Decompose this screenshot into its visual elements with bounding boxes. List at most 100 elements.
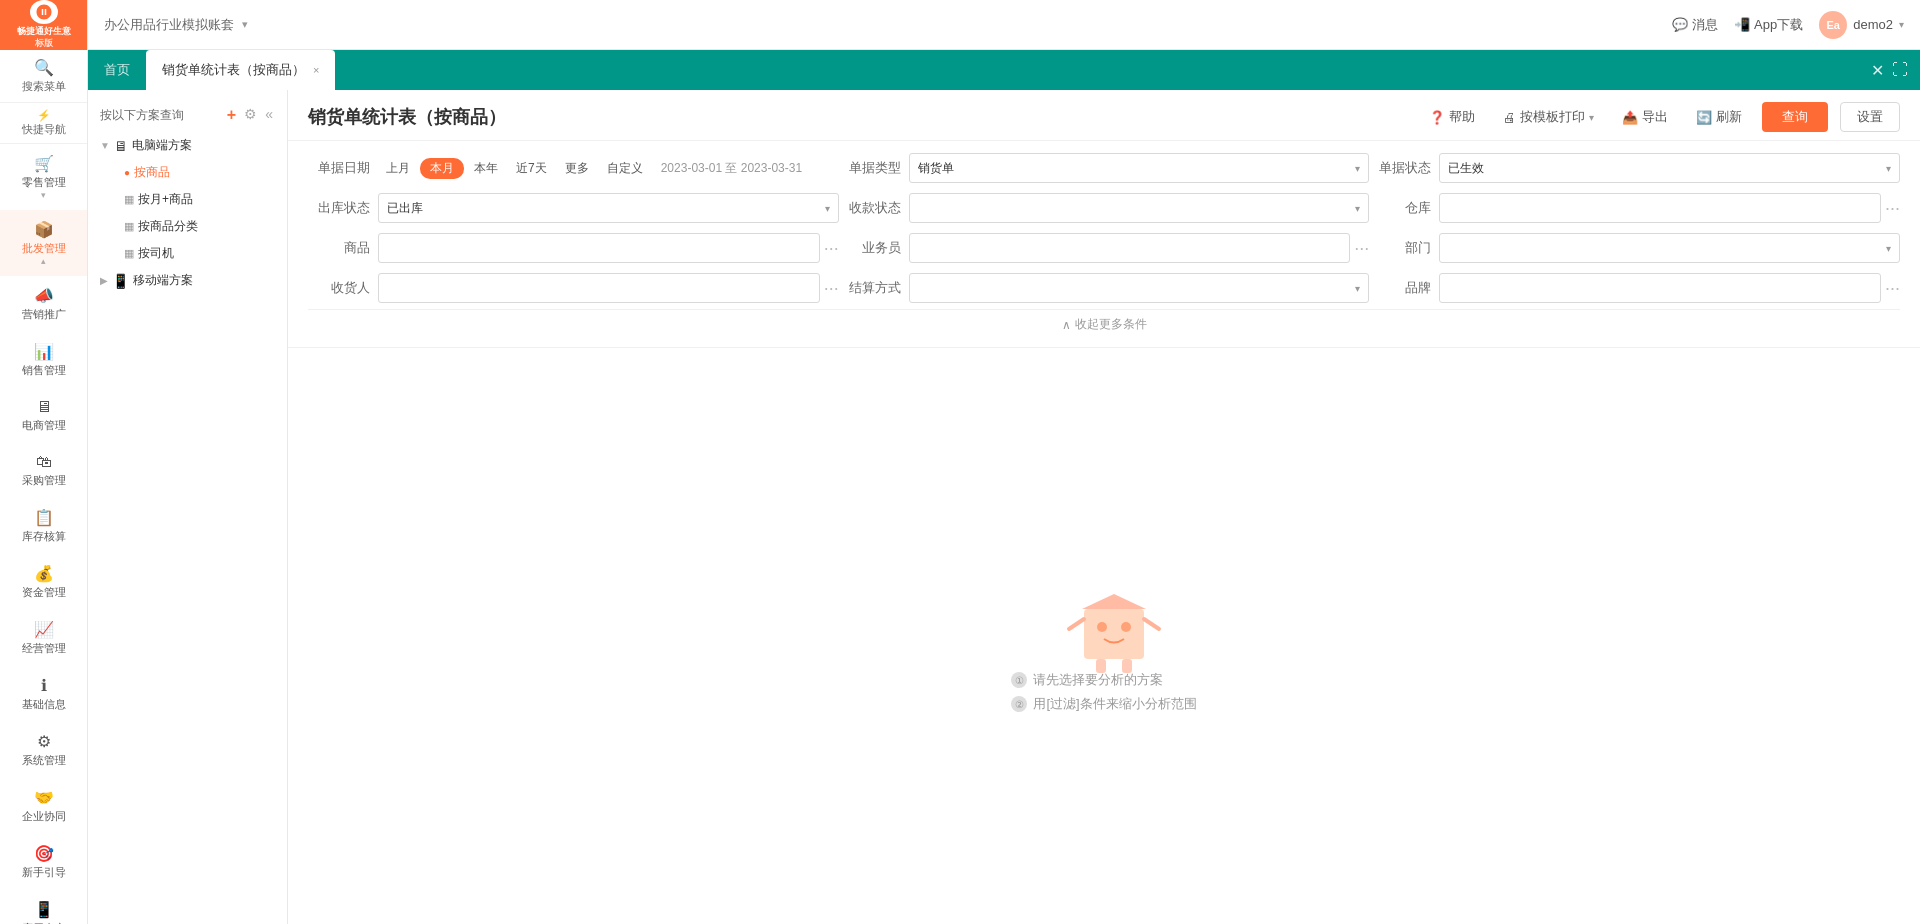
doc-type-label: 单据类型 <box>839 159 909 177</box>
tree-icon-pc: 🖥 <box>114 138 128 154</box>
staff-input-group: ··· <box>909 233 1370 263</box>
tab-home[interactable]: 首页 <box>88 50 146 90</box>
tree-node-by-cashier[interactable]: ▦ 按司机 <box>112 240 287 267</box>
user-menu[interactable]: Ea demo2 ▾ <box>1819 11 1904 39</box>
workspace-selector[interactable]: 办公用品行业模拟账套 ▾ <box>104 16 248 34</box>
product-dots[interactable]: ··· <box>824 238 839 259</box>
left-panel-header: 按以下方案查询 + ⚙ « <box>88 98 287 132</box>
finance-label: 资金管理 <box>22 585 66 600</box>
sidebar-item-marketing[interactable]: 📣 营销推广 <box>0 276 87 332</box>
help-button[interactable]: ❓ 帮助 <box>1421 104 1483 130</box>
refresh-button[interactable]: 🔄 刷新 <box>1688 104 1750 130</box>
tree-node-mobile[interactable]: ▶ 📱 移动端方案 <box>88 267 287 294</box>
collapse-label: 收起更多条件 <box>1075 316 1147 333</box>
sidebar-item-operations[interactable]: 📈 经营管理 <box>0 610 87 666</box>
marketing-icon: 📣 <box>34 286 54 305</box>
sidebar-item-inventory[interactable]: 📋 库存核算 <box>0 498 87 554</box>
warehouse-input[interactable] <box>1439 193 1881 223</box>
warehouse-dots[interactable]: ··· <box>1885 198 1900 219</box>
search-label: 搜索菜单 <box>22 79 66 94</box>
appstore-icon: 📱 <box>34 900 54 919</box>
quick-nav-label: 快捷导航 <box>22 122 66 137</box>
receiver-dots[interactable]: ··· <box>824 278 839 299</box>
tab-close-window-button[interactable]: ✕ <box>1871 61 1884 80</box>
tree-icon-by-category: ▦ <box>124 220 134 233</box>
out-status-value: 已出库 <box>387 200 423 217</box>
staff-dots[interactable]: ··· <box>1354 238 1369 259</box>
tree-node-by-month-product[interactable]: ▦ 按月+商品 <box>112 186 287 213</box>
tree-node-by-category[interactable]: ▦ 按商品分类 <box>112 213 287 240</box>
doc-type-select[interactable]: 销货单 ▾ <box>909 153 1370 183</box>
export-button[interactable]: 📤 导出 <box>1614 104 1676 130</box>
date-btn-last7days[interactable]: 近7天 <box>508 158 555 179</box>
out-status-select[interactable]: 已出库 ▾ <box>378 193 839 223</box>
page-header: 销货单统计表（按商品） ❓ 帮助 🖨 按模板打印 ▾ 📤 导出 <box>288 90 1920 141</box>
date-btn-last-month[interactable]: 上月 <box>378 158 418 179</box>
sidebar-item-sales[interactable]: 📊 销售管理 <box>0 332 87 388</box>
retail-label: 零售管理 <box>22 175 66 190</box>
workspace-title: 办公用品行业模拟账套 <box>104 16 234 34</box>
sidebar-item-finance[interactable]: 💰 资金管理 <box>0 554 87 610</box>
quick-nav[interactable]: ⚡ 快捷导航 <box>0 103 87 144</box>
out-status-label: 出库状态 <box>308 199 378 217</box>
search-menu[interactable]: 🔍 搜索菜单 <box>0 50 87 103</box>
tab-maximize-button[interactable]: ⛶ <box>1892 61 1908 79</box>
product-input[interactable] <box>378 233 820 263</box>
sidebar-item-newbie[interactable]: 🎯 新手引导 <box>0 834 87 890</box>
tip-num-1: ① <box>1011 672 1027 688</box>
sidebar-item-system[interactable]: ⚙ 系统管理 <box>0 722 87 778</box>
tip-item-2: ② 用[过滤]条件来缩小分析范围 <box>1011 695 1196 713</box>
tree-label-by-product: 按商品 <box>134 164 275 181</box>
tree-node-by-product[interactable]: ● 按商品 <box>112 159 287 186</box>
collect-status-select[interactable]: ▾ <box>909 193 1370 223</box>
query-button[interactable]: 查询 <box>1762 102 1828 132</box>
sidebar-item-appstore[interactable]: 📱 应用中心 <box>0 890 87 924</box>
sidebar-item-wholesale[interactable]: 📦 批发管理 ▴ <box>0 210 87 276</box>
tab-bar-actions: ✕ ⛶ <box>1871 61 1920 80</box>
payment-label: 结算方式 <box>839 279 909 297</box>
tab-close-button[interactable]: × <box>313 64 319 76</box>
message-button[interactable]: 💬 消息 <box>1672 16 1718 34</box>
doc-status-select[interactable]: 已生效 ▾ <box>1439 153 1900 183</box>
sidebar-item-enterprise[interactable]: 🤝 企业协同 <box>0 778 87 834</box>
tree-icon-by-month-product: ▦ <box>124 193 134 206</box>
app-download-button[interactable]: 📲 App下载 <box>1734 16 1803 34</box>
search-icon: 🔍 <box>34 58 54 77</box>
export-icon: 📤 <box>1622 110 1638 125</box>
doc-status-value: 已生效 <box>1448 160 1484 177</box>
tab-sales-stat-label: 销货单统计表（按商品） <box>162 61 305 79</box>
date-btn-this-year[interactable]: 本年 <box>466 158 506 179</box>
collapse-button[interactable]: ∧ 收起更多条件 <box>1062 316 1147 333</box>
warehouse-label: 仓库 <box>1369 199 1439 217</box>
tree-node-pc[interactable]: ▼ 🖥 电脑端方案 <box>88 132 287 159</box>
brand-label: 品牌 <box>1369 279 1439 297</box>
staff-input[interactable] <box>909 233 1351 263</box>
empty-state: ① 请先选择要分析的方案 ② 用[过滤]条件来缩小分析范围 <box>1011 559 1196 713</box>
sidebar-item-ecommerce[interactable]: 🖥 电商管理 <box>0 388 87 443</box>
tab-home-label: 首页 <box>104 61 130 79</box>
sidebar-item-retail[interactable]: 🛒 零售管理 ▾ <box>0 144 87 210</box>
quick-nav-icon: ⚡ <box>37 109 51 122</box>
date-btn-this-month[interactable]: 本月 <box>420 158 464 179</box>
date-btn-more[interactable]: 更多 <box>557 158 597 179</box>
collapse-panel-button[interactable]: « <box>263 104 275 126</box>
ecommerce-icon: 🖥 <box>36 398 52 416</box>
brand-dots[interactable]: ··· <box>1885 278 1900 299</box>
sidebar-item-purchase[interactable]: 🛍 采购管理 <box>0 443 87 498</box>
date-btn-custom[interactable]: 自定义 <box>599 158 651 179</box>
wholesale-arrow: ▴ <box>41 256 46 266</box>
add-scheme-button[interactable]: + <box>225 104 238 126</box>
dept-select[interactable]: ▾ <box>1439 233 1900 263</box>
settings-scheme-button[interactable]: ⚙ <box>242 104 259 126</box>
payment-select[interactable]: ▾ <box>909 273 1370 303</box>
purchase-label: 采购管理 <box>22 473 66 488</box>
sidebar-item-basic[interactable]: ℹ 基础信息 <box>0 666 87 722</box>
brand-input[interactable] <box>1439 273 1881 303</box>
operations-icon: 📈 <box>34 620 54 639</box>
receiver-input[interactable] <box>378 273 820 303</box>
template-print-button[interactable]: 🖨 按模板打印 ▾ <box>1495 104 1602 130</box>
settings-button[interactable]: 设置 <box>1840 102 1900 132</box>
filter-cell-dept: 部门 ▾ <box>1369 233 1900 263</box>
filter-cell-product: 商品 ··· <box>308 233 839 263</box>
tab-sales-stat[interactable]: 销货单统计表（按商品） × <box>146 50 335 90</box>
